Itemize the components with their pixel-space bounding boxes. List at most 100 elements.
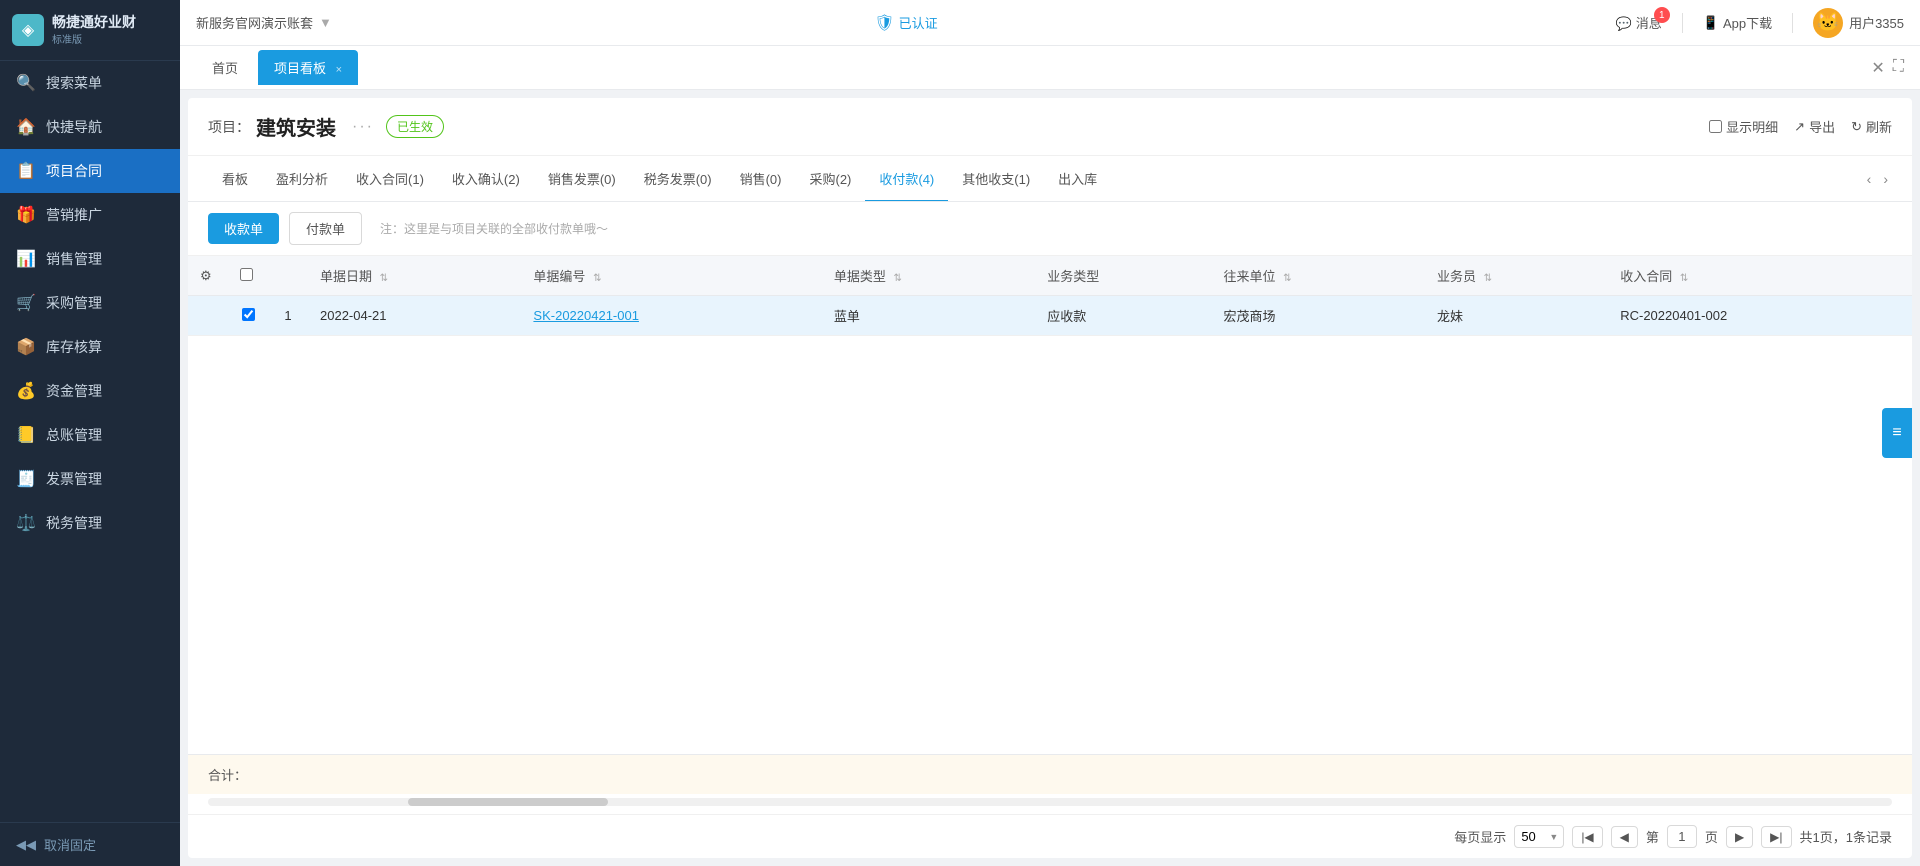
sidebar-item-search[interactable]: 🔍 搜索菜单	[0, 61, 180, 105]
fab-icon: ≡	[1892, 424, 1901, 442]
col-salesman[interactable]: 业务员 ⇅	[1425, 256, 1608, 296]
first-page-button[interactable]: |◀	[1572, 826, 1602, 848]
sidebar-item-invoice[interactable]: 🧾 发票管理	[0, 457, 180, 501]
payment-button[interactable]: 付款单	[289, 212, 362, 245]
search-icon: 🔍	[16, 73, 36, 93]
window-controls: ✕ ⛶	[1871, 58, 1904, 78]
close-window-icon[interactable]: ✕	[1871, 58, 1884, 78]
tab-kanban[interactable]: 项目看板 ×	[258, 50, 358, 85]
col-income-contract-label: 收入合同	[1620, 269, 1672, 284]
show-detail-input[interactable]	[1709, 120, 1722, 133]
sort-salesman-icon[interactable]: ⇅	[1484, 273, 1492, 284]
col-type[interactable]: 单据类型 ⇅	[822, 256, 1035, 296]
fab-button[interactable]: ≡	[1882, 408, 1912, 458]
last-page-button[interactable]: ▶|	[1761, 826, 1791, 848]
page-size-select-wrapper[interactable]: 50 100 200	[1514, 825, 1564, 848]
table-wrapper: ⚙ 单据日期 ⇅ 单据编号 ⇅	[188, 256, 1912, 754]
sort-income-contract-icon[interactable]: ⇅	[1680, 273, 1688, 284]
sidebar-item-purchase[interactable]: 🛒 采购管理	[0, 281, 180, 325]
more-options-icon[interactable]: ···	[352, 118, 374, 136]
chevron-down-icon[interactable]: ▼	[319, 15, 332, 30]
sub-tab-tax-invoice[interactable]: 税务发票(0)	[630, 157, 726, 202]
sub-tab-next-icon[interactable]: ›	[1879, 167, 1892, 191]
receipt-button[interactable]: 收款单	[208, 213, 279, 244]
row-checkbox[interactable]	[242, 308, 255, 321]
row-date: 2022-04-21	[308, 296, 521, 336]
sidebar-item-sales[interactable]: 📊 销售管理	[0, 237, 180, 281]
sidebar-item-tax[interactable]: ⚖️ 税务管理	[0, 501, 180, 545]
sidebar-item-label: 总账管理	[46, 425, 102, 445]
funds-icon: 💰	[16, 381, 36, 401]
sub-tab-prev-icon[interactable]: ‹	[1863, 167, 1876, 191]
sub-tab-payment[interactable]: 收付款(4)	[865, 157, 948, 202]
sidebar-footer-unpin[interactable]: ◀◀ 取消固定	[0, 822, 180, 866]
col-date[interactable]: 单据日期 ⇅	[308, 256, 521, 296]
sidebar-item-funds[interactable]: 💰 资金管理	[0, 369, 180, 413]
topbar-project: 新服务官网演示账套 ▼	[196, 13, 874, 32]
col-code[interactable]: 单据编号 ⇅	[521, 256, 821, 296]
sort-partner-icon[interactable]: ⇅	[1283, 273, 1291, 284]
tab-home-label: 首页	[212, 61, 238, 76]
select-all-checkbox[interactable]	[240, 268, 253, 281]
sidebar-item-contract[interactable]: 📋 项目合同	[0, 149, 180, 193]
sidebar-item-ledger[interactable]: 📒 总账管理	[0, 413, 180, 457]
sidebar-item-inventory[interactable]: 📦 库存核算	[0, 325, 180, 369]
row-check[interactable]	[228, 296, 268, 336]
prev-page-button[interactable]: ◀	[1611, 826, 1638, 848]
sub-tab-income-contract[interactable]: 收入合同(1)	[342, 157, 438, 202]
data-table: ⚙ 单据日期 ⇅ 单据编号 ⇅	[188, 256, 1912, 336]
page-size-select[interactable]: 50 100 200	[1514, 825, 1564, 848]
maximize-window-icon[interactable]: ⛶	[1893, 58, 1904, 78]
sub-tab-income-confirm[interactable]: 收入确认(2)	[438, 157, 534, 202]
project-name-label: 新服务官网演示账套	[196, 13, 313, 32]
tab-kanban-label: 项目看板	[274, 61, 326, 76]
sidebar-item-marketing[interactable]: 🎁 营销推广	[0, 193, 180, 237]
sub-tab-inout-label: 出入库	[1058, 172, 1097, 187]
message-button[interactable]: 💬 消息 1	[1616, 13, 1662, 32]
sub-tab-kanban[interactable]: 看板	[208, 157, 262, 202]
sub-tab-purchase[interactable]: 采购(2)	[795, 157, 865, 202]
sub-tab-profit-label: 盈利分析	[276, 172, 328, 187]
table-row[interactable]: 1 2022-04-21 SK-20220421-001 蓝单 应收款	[188, 296, 1912, 336]
tab-close-icon[interactable]: ×	[336, 64, 342, 76]
sub-tab-sales-invoice[interactable]: 销售发票(0)	[534, 157, 630, 202]
row-code[interactable]: SK-20220421-001	[521, 296, 821, 336]
project-label: 项目：	[208, 117, 250, 137]
current-page-number[interactable]: 1	[1667, 825, 1697, 848]
invoice-icon: 🧾	[16, 469, 36, 489]
ledger-icon: 📒	[16, 425, 36, 445]
marketing-icon: 🎁	[16, 205, 36, 225]
main-content: 新服务官网演示账套 ▼ 🛡 已认证 💬 消息 1 📱 App下载 🐱 用户335…	[180, 0, 1920, 866]
refresh-button[interactable]: ↻ 刷新	[1851, 117, 1892, 136]
sidebar-item-label: 快捷导航	[46, 117, 102, 137]
user-profile[interactable]: 🐱 用户3355	[1813, 8, 1904, 38]
scrollbar-thumb[interactable]	[408, 798, 608, 806]
row-code-link[interactable]: SK-20220421-001	[533, 308, 639, 323]
verified-label: 已认证	[899, 13, 938, 32]
unpin-icon: ◀◀	[16, 837, 36, 853]
col-gear[interactable]: ⚙	[188, 256, 228, 296]
export-button[interactable]: ↗ 导出	[1794, 117, 1835, 136]
sidebar-item-shortcut[interactable]: 🏠 快捷导航	[0, 105, 180, 149]
status-badge: 已生效	[386, 115, 444, 138]
sort-date-icon[interactable]: ⇅	[380, 273, 388, 284]
sub-tab-other-expense[interactable]: 其他收支(1)	[948, 157, 1044, 202]
app-download-button[interactable]: 📱 App下载	[1703, 13, 1772, 32]
export-label: 导出	[1809, 117, 1835, 136]
sort-code-icon[interactable]: ⇅	[593, 273, 601, 284]
col-income-contract[interactable]: 收入合同 ⇅	[1608, 256, 1912, 296]
page-suffix: 页	[1705, 827, 1718, 846]
sub-tab-nav: ‹ ›	[1863, 167, 1892, 191]
sub-tab-inout[interactable]: 出入库	[1044, 157, 1111, 202]
next-page-button[interactable]: ▶	[1726, 826, 1753, 848]
tab-home[interactable]: 首页	[196, 50, 254, 85]
row-biz-type: 应收款	[1035, 296, 1211, 336]
unpin-label: 取消固定	[44, 835, 96, 854]
show-detail-checkbox[interactable]: 显示明细	[1709, 117, 1778, 136]
horizontal-scrollbar[interactable]	[208, 798, 1892, 806]
sort-type-icon[interactable]: ⇅	[893, 273, 901, 284]
col-type-label: 单据类型	[834, 269, 886, 284]
sub-tab-profit[interactable]: 盈利分析	[262, 157, 342, 202]
col-partner[interactable]: 往来单位 ⇅	[1212, 256, 1425, 296]
sub-tab-sales[interactable]: 销售(0)	[726, 157, 796, 202]
